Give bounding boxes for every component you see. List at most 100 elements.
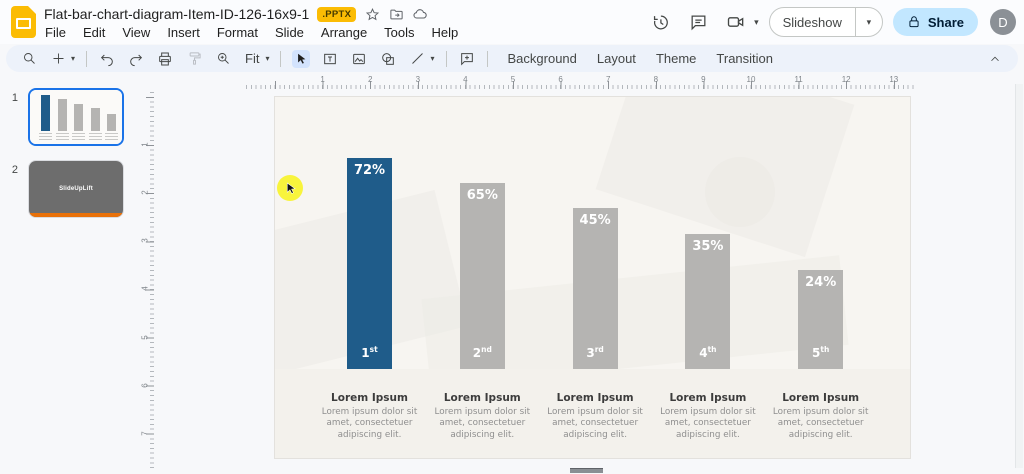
account-avatar[interactable]: D: [990, 9, 1016, 35]
header-actions: ▾ Slideshow ▾ Share D: [646, 7, 1016, 37]
menu-tools[interactable]: Tools: [383, 25, 415, 40]
toolbar-divider: [280, 50, 282, 67]
meet-camera-icon[interactable]: [722, 8, 750, 36]
slide-2-preview: SlideUpLift: [29, 161, 123, 217]
menu-arrange[interactable]: Arrange: [320, 25, 368, 40]
bar-value-label: 72%: [353, 163, 386, 178]
slide-1-preview: [30, 90, 122, 144]
toolbar-button-transition[interactable]: Transition: [707, 49, 782, 68]
text-box-tool[interactable]: [321, 50, 339, 68]
slideshow-dropdown-button[interactable]: ▾: [856, 17, 882, 28]
zoom-icon[interactable]: [214, 50, 232, 68]
slideshow-button-group: Slideshow ▾: [768, 7, 883, 37]
share-label: Share: [927, 14, 964, 30]
mini-caption: [88, 133, 102, 140]
toolbar-button-layout[interactable]: Layout: [588, 49, 645, 68]
new-slide-button[interactable]: [49, 50, 67, 68]
bar-value-label: 65%: [466, 188, 498, 203]
move-folder-icon[interactable]: [388, 6, 404, 22]
caption-body: Lorem ipsum dolor sit amet, consectetuer…: [772, 407, 869, 440]
search-menus-icon[interactable]: [20, 50, 38, 68]
bar-rank-label: 1st: [361, 345, 378, 360]
menu-bar: File Edit View Insert Format Slide Arrange Tool…: [44, 25, 459, 40]
toolbar-button-background[interactable]: Background: [499, 49, 586, 68]
menu-insert[interactable]: Insert: [166, 25, 201, 40]
speaker-notes-handle[interactable]: [570, 468, 603, 473]
slides-logo-icon[interactable]: [11, 6, 36, 38]
zoom-dropdown-caret[interactable]: ▾: [265, 54, 269, 63]
menu-file[interactable]: File: [44, 25, 67, 40]
insert-shape-tool[interactable]: [379, 50, 397, 68]
pptx-badge: .PPTX: [317, 6, 357, 22]
slide-2-accent-bar: [29, 213, 123, 217]
line-dropdown-caret[interactable]: ▾: [430, 54, 434, 63]
version-history-icon[interactable]: [646, 8, 674, 36]
filmstrip: 1 2 SlideUpLift: [0, 80, 136, 474]
lock-icon: [909, 16, 919, 28]
slide-2-thumbnail[interactable]: SlideUpLift: [28, 160, 124, 218]
menu-view[interactable]: View: [121, 25, 151, 40]
bar-4th[interactable]: 35% 4th: [685, 234, 731, 369]
toolbar-divider: [486, 50, 488, 67]
bar-rank-label: 3rd: [586, 345, 604, 360]
bar-rank-label: 2nd: [472, 345, 492, 360]
redo-icon[interactable]: [127, 50, 145, 68]
caption-3[interactable]: Lorem Ipsum Lorem ipsum dolor sit amet, c…: [539, 392, 651, 441]
caption-heading: Lorem Ipsum: [556, 392, 634, 404]
star-icon[interactable]: [364, 6, 380, 22]
bar-value-label: 35%: [692, 239, 724, 254]
bar-value-label: 24%: [805, 275, 837, 290]
undo-icon[interactable]: [98, 50, 116, 68]
select-tool[interactable]: [292, 49, 311, 68]
collapse-menus-icon[interactable]: [986, 50, 1004, 68]
bar-rank-label: 5th: [812, 345, 830, 360]
bar-3rd[interactable]: 45% 3rd: [572, 208, 618, 369]
bar-rank-label: 4th: [699, 345, 717, 360]
document-title[interactable]: Flat-bar-chart-diagram-Item-ID-126-16x9-…: [44, 6, 309, 22]
h-ruler-number: 9: [701, 75, 706, 84]
slideshow-button[interactable]: Slideshow: [770, 15, 855, 30]
h-ruler-number: 6: [558, 75, 563, 84]
mini-bar: [90, 108, 100, 131]
add-comment-icon[interactable]: [458, 50, 476, 68]
menu-edit[interactable]: Edit: [82, 25, 106, 40]
background-decor: [705, 157, 775, 227]
paint-format-icon[interactable]: [185, 50, 203, 68]
caption-body: Lorem ipsum dolor sit amet, consectetuer…: [321, 407, 418, 440]
toolbar-button-theme[interactable]: Theme: [647, 49, 705, 68]
caption-1[interactable]: Lorem Ipsum Lorem ipsum dolor sit amet, c…: [314, 392, 426, 441]
mini-caption: [72, 133, 85, 140]
share-button[interactable]: Share: [892, 8, 978, 36]
print-icon[interactable]: [156, 50, 174, 68]
google-slides-app: Flat-bar-chart-diagram-Item-ID-126-16x9-…: [0, 0, 1024, 474]
toolbar-divider: [86, 50, 88, 67]
slide-1-thumbnail[interactable]: [28, 88, 124, 146]
v-ruler-number: 4: [140, 286, 150, 292]
menu-slide[interactable]: Slide: [274, 25, 305, 40]
mini-caption: [105, 133, 118, 140]
h-ruler-number: 7: [605, 75, 611, 84]
insert-image-tool[interactable]: [350, 50, 368, 68]
toolbar: ▾ Fit ▾ ▾ Background Layout Theme Transi…: [6, 45, 1018, 72]
camera-dropdown-caret[interactable]: ▾: [754, 17, 759, 28]
title-row: Flat-bar-chart-diagram-Item-ID-126-16x9-…: [44, 6, 428, 22]
caption-2[interactable]: Lorem Ipsum Lorem ipsum dolor sit amet, c…: [426, 392, 538, 441]
new-slide-dropdown-caret[interactable]: ▾: [71, 54, 75, 63]
insert-line-tool[interactable]: [408, 50, 426, 68]
caption-4[interactable]: Lorem Ipsum Lorem ipsum dolor sit amet, c…: [652, 392, 764, 441]
caption-5[interactable]: Lorem Ipsum Lorem ipsum dolor sit amet, c…: [765, 392, 877, 441]
v-ruler-number: 5: [140, 334, 150, 340]
canvas-scrollbar[interactable]: [1015, 84, 1023, 468]
bar-5th[interactable]: 24% 5th: [798, 270, 844, 369]
v-ruler-number: 3: [140, 238, 150, 244]
comments-icon[interactable]: [684, 8, 712, 36]
slide-canvas[interactable]: 72% 1st 65% 2nd 45% 3rd 35% 4th 24% 5th Lorem Ips…: [275, 97, 910, 458]
menu-format[interactable]: Format: [216, 25, 259, 40]
cloud-status-icon[interactable]: [412, 6, 428, 22]
h-ruler-number: 2: [367, 75, 373, 84]
bar-2nd[interactable]: 65% 2nd: [459, 183, 505, 369]
bar-1st[interactable]: 72% 1st: [347, 158, 392, 369]
zoom-select[interactable]: Fit: [243, 51, 261, 66]
menu-help[interactable]: Help: [431, 25, 460, 40]
h-ruler-number: 4: [463, 75, 468, 84]
